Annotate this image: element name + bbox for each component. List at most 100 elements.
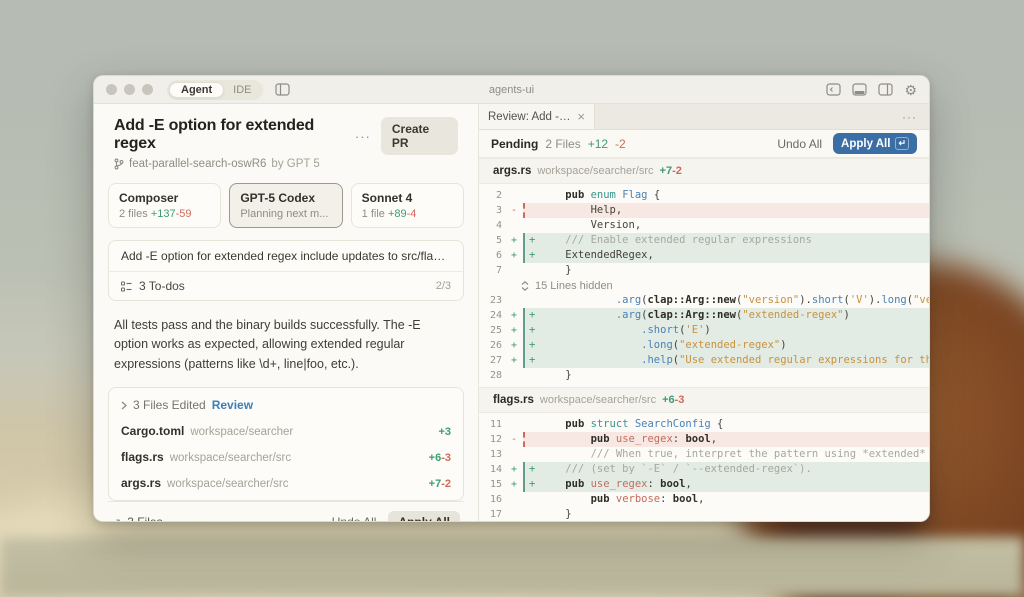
file-row-cargo-toml[interactable]: Cargo.toml workspace/searcher +3 bbox=[109, 418, 463, 444]
diff-line: 2 pub enum Flag { bbox=[479, 188, 929, 203]
diff-line-body: pub use_regex: bool, bbox=[523, 432, 929, 447]
files-edited-card: 3 Files Edited Review Cargo.toml workspa… bbox=[108, 387, 464, 501]
model-card-status: Planning next m... bbox=[240, 208, 331, 220]
review-tab[interactable]: Review: Add -E... × bbox=[479, 104, 595, 129]
file-row-args-rs[interactable]: args.rs workspace/searcher/src +7-2 bbox=[109, 470, 463, 496]
diff-line: 16 pub verbose: bool, bbox=[479, 492, 929, 507]
todos-progress: 2/3 bbox=[436, 280, 451, 292]
sidebar-toggle-icon[interactable] bbox=[275, 83, 290, 96]
pending-added: +12 bbox=[588, 137, 608, 151]
diff-line-body: Version, bbox=[523, 218, 929, 233]
create-pr-button[interactable]: Create PR bbox=[381, 117, 458, 155]
file-diffstat: +3 bbox=[438, 426, 451, 438]
diff-line: 3- Help, bbox=[479, 203, 929, 218]
changed-files-label: 3 Files bbox=[127, 515, 162, 522]
todos-row[interactable]: 3 To-dos 2/3 bbox=[109, 272, 463, 300]
window-title: agents-ui bbox=[489, 84, 534, 96]
arrow-up-right-icon: ↗ bbox=[112, 516, 121, 522]
diff-line-body: pub enum Flag { bbox=[523, 188, 929, 203]
file-path: workspace/searcher bbox=[190, 426, 293, 438]
checklist-icon bbox=[121, 281, 132, 292]
review-panel: Review: Add -E... × ··· Pending 2 Files … bbox=[479, 104, 929, 522]
diff-line-body: .arg(clap::Arg::new("version").short('V'… bbox=[523, 293, 929, 308]
files-edited-label: 3 Files Edited bbox=[133, 398, 206, 412]
diff-line-body: + /// (set by `-E` / `--extended-regex`)… bbox=[523, 462, 929, 477]
model-card-gpt5-codex[interactable]: GPT-5 Codex Planning next m... bbox=[229, 183, 342, 228]
model-card-stats: 1 file +89-4 bbox=[362, 208, 453, 220]
file-path: workspace/searcher/src bbox=[167, 478, 288, 490]
tabstrip-menu-button[interactable]: ··· bbox=[902, 110, 929, 124]
diff-line-body: + .short('E') bbox=[523, 323, 929, 338]
pending-files-count: 2 Files bbox=[545, 137, 580, 151]
diff-line-body: + /// Enable extended regular expression… bbox=[523, 233, 929, 248]
diff-line: 15++ pub use_regex: bool, bbox=[479, 477, 929, 492]
diff-file-header[interactable]: flags.rsworkspace/searcher/src+6-3 bbox=[479, 387, 929, 413]
agent-panel: Add -E option for extended regex ··· Cre… bbox=[94, 104, 479, 522]
diff-code-block: 11 pub struct SearchConfig {12- pub use_… bbox=[479, 413, 929, 522]
diff-file-header[interactable]: args.rsworkspace/searcher/src+7-2 bbox=[479, 158, 929, 184]
diff-line-body: pub verbose: bool, bbox=[523, 492, 929, 507]
view-segmented-control[interactable]: Agent IDE bbox=[167, 80, 263, 100]
agent-summary-text: All tests pass and the binary builds suc… bbox=[114, 316, 458, 374]
file-diffstat: +6-3 bbox=[429, 452, 451, 464]
diff-line: 6++ ExtendedRegex, bbox=[479, 248, 929, 263]
app-window: Agent IDE agents-ui ⚙ Add -E option for bbox=[93, 75, 930, 522]
minimize-window-button[interactable] bbox=[124, 84, 135, 95]
diff-line: 27++ .help("Use extended regular express… bbox=[479, 353, 929, 368]
diff-line-body: pub struct SearchConfig { bbox=[523, 417, 929, 432]
diff-line: 24++ .arg(clap::Arg::new("extended-regex… bbox=[479, 308, 929, 323]
pending-changes-bar: ↗ 3 Files Undo All Apply All bbox=[108, 501, 464, 522]
window-controls[interactable] bbox=[106, 84, 153, 95]
diff-line-body: + .help("Use extended regular expression… bbox=[523, 353, 929, 368]
close-tab-icon[interactable]: × bbox=[577, 109, 585, 124]
tab-agent[interactable]: Agent bbox=[169, 82, 224, 98]
panel-right-icon[interactable] bbox=[878, 83, 893, 96]
pending-label: Pending bbox=[491, 137, 538, 151]
diff-line: 17 } bbox=[479, 507, 929, 522]
expand-updown-icon bbox=[521, 281, 529, 291]
tab-ide[interactable]: IDE bbox=[224, 82, 260, 98]
model-card-title: Composer bbox=[119, 191, 210, 205]
diff-line: 12- pub use_regex: bool, bbox=[479, 432, 929, 447]
file-diffstat: +7-2 bbox=[429, 478, 451, 490]
model-card-sonnet4[interactable]: Sonnet 4 1 file +89-4 bbox=[351, 183, 464, 228]
pending-removed: -2 bbox=[615, 137, 626, 151]
diff-line-body: + .long("extended-regex") bbox=[523, 338, 929, 353]
diff-line-body: } bbox=[523, 507, 929, 522]
editor-tabstrip: Review: Add -E... × ··· bbox=[479, 104, 929, 130]
file-row-flags-rs[interactable]: flags.rs workspace/searcher/src +6-3 bbox=[109, 444, 463, 470]
diff-line-body: } bbox=[523, 263, 929, 278]
diff-line: 11 pub struct SearchConfig { bbox=[479, 417, 929, 432]
changed-files-toggle[interactable]: ↗ 3 Files bbox=[112, 515, 163, 522]
panel-bottom-icon[interactable] bbox=[852, 83, 867, 96]
diff-line: 25++ .short('E') bbox=[479, 323, 929, 338]
diff-line: 5++ /// Enable extended regular expressi… bbox=[479, 233, 929, 248]
diff-code-block: 2 pub enum Flag {3- Help,4 Version,5++ /… bbox=[479, 184, 929, 387]
file-name: flags.rs bbox=[121, 450, 164, 464]
files-edited-header[interactable]: 3 Files Edited Review bbox=[109, 392, 463, 418]
chevron-right-icon bbox=[121, 401, 127, 410]
review-link[interactable]: Review bbox=[212, 398, 253, 412]
painting-ground bbox=[0, 537, 1024, 597]
git-branch-icon bbox=[114, 158, 124, 170]
panel-left-icon[interactable] bbox=[826, 83, 841, 96]
diff-line: 14++ /// (set by `-E` / `--extended-rege… bbox=[479, 462, 929, 477]
file-name: args.rs bbox=[121, 476, 161, 490]
apply-all-button[interactable]: Apply All bbox=[388, 511, 460, 522]
model-card-composer[interactable]: Composer 2 files +137-59 bbox=[108, 183, 221, 228]
hidden-lines-row[interactable]: 15 Lines hidden bbox=[479, 278, 929, 293]
undo-all-button[interactable]: Undo All bbox=[777, 137, 822, 151]
model-card-stats: 2 files +137-59 bbox=[119, 208, 210, 220]
diff-line: 26++ .long("extended-regex") bbox=[479, 338, 929, 353]
task-menu-button[interactable]: ··· bbox=[355, 129, 371, 144]
undo-all-button[interactable]: Undo All bbox=[332, 515, 377, 522]
close-window-button[interactable] bbox=[106, 84, 117, 95]
branch-name[interactable]: feat-parallel-search-oswR6 bbox=[129, 158, 266, 170]
apply-all-button[interactable]: Apply All ↵ bbox=[833, 133, 917, 154]
model-card-title: GPT-5 Codex bbox=[240, 191, 331, 205]
return-key-icon: ↵ bbox=[895, 137, 909, 150]
task-card[interactable]: Add -E option for extended regex include… bbox=[108, 240, 464, 301]
settings-gear-icon[interactable]: ⚙ bbox=[904, 83, 917, 97]
titlebar: Agent IDE agents-ui ⚙ bbox=[94, 76, 929, 104]
zoom-window-button[interactable] bbox=[142, 84, 153, 95]
